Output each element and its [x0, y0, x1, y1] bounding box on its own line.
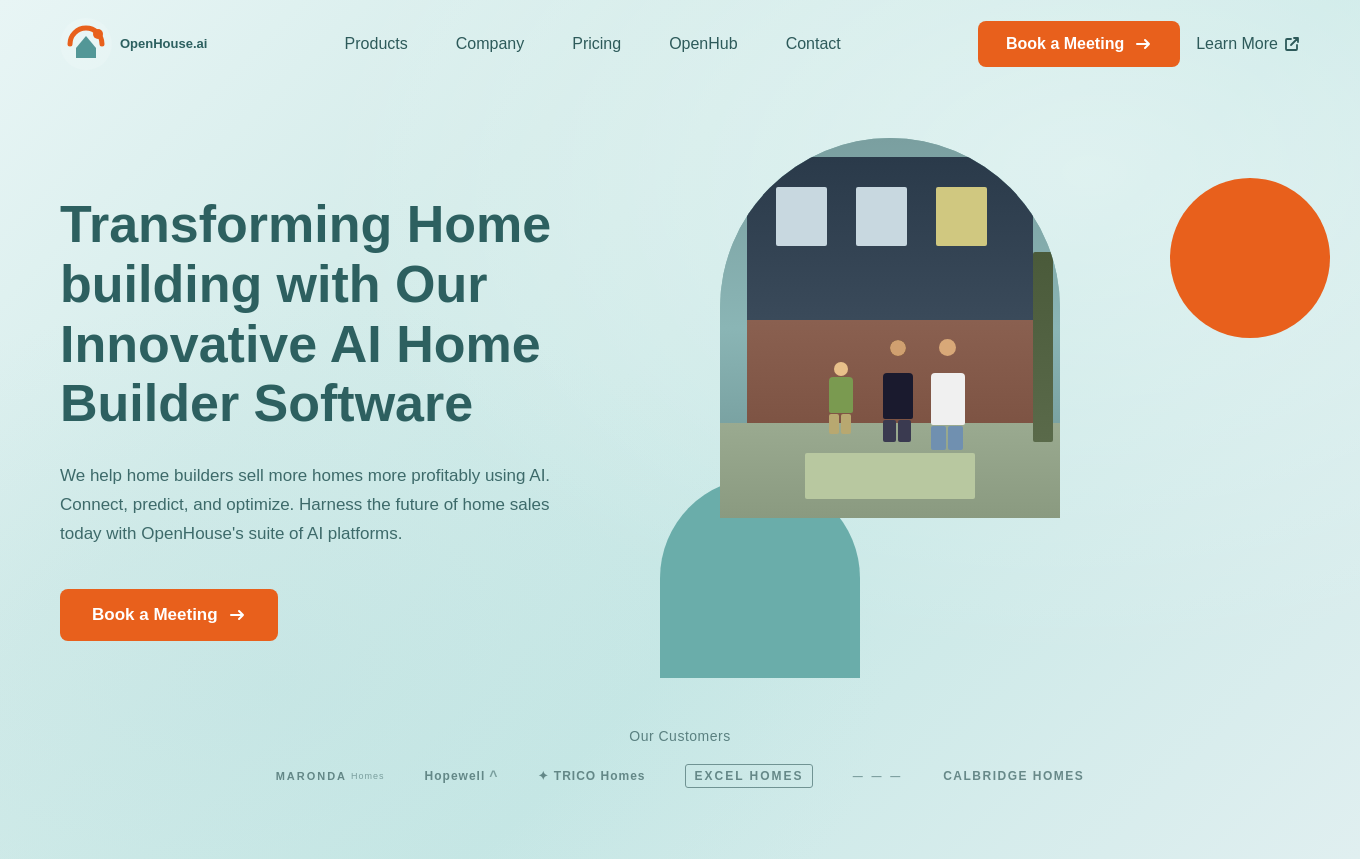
- nav-link-company[interactable]: Company: [456, 35, 524, 52]
- customer-logo-excel: EXCEL HOMES: [685, 764, 812, 788]
- hero-section: Transforming Home building with Our Inno…: [0, 88, 1360, 708]
- hero-cta-label: Book a Meeting: [92, 605, 218, 625]
- customers-logos: MARONDA Homes Hopewell ^ ✦ TRICO Homes E…: [60, 764, 1300, 788]
- nav-item-openhub[interactable]: OpenHub: [669, 35, 738, 53]
- hero-content: Transforming Home building with Our Inno…: [60, 195, 660, 641]
- navbar: OpenHouse.ai Products Company Pricing Op…: [0, 0, 1360, 88]
- nav-actions: Book a Meeting Learn More: [978, 21, 1300, 67]
- hero-book-meeting-button[interactable]: Book a Meeting: [60, 589, 278, 641]
- arrow-right-icon: [1134, 35, 1152, 53]
- nav-link-openhub[interactable]: OpenHub: [669, 35, 738, 52]
- nav-item-pricing[interactable]: Pricing: [572, 35, 621, 53]
- hero-visual: [660, 138, 1300, 698]
- family-scene: [720, 138, 1060, 518]
- nav-learn-label: Learn More: [1196, 35, 1278, 53]
- nav-links: Products Company Pricing OpenHub Contact: [345, 35, 841, 53]
- nav-link-products[interactable]: Products: [345, 35, 408, 52]
- logo[interactable]: OpenHouse.ai: [60, 18, 207, 70]
- customer-logo-maronda: MARONDA Homes: [276, 770, 385, 782]
- nav-book-label: Book a Meeting: [1006, 35, 1124, 53]
- svg-point-1: [93, 29, 103, 39]
- customers-label: Our Customers: [60, 728, 1300, 744]
- external-link-icon: [1284, 36, 1300, 52]
- nav-item-products[interactable]: Products: [345, 35, 408, 53]
- customer-logo-calbridge: CALBRIDGE HOMES: [943, 769, 1084, 783]
- hero-title: Transforming Home building with Our Inno…: [60, 195, 660, 434]
- nav-link-contact[interactable]: Contact: [786, 35, 841, 52]
- customer-logo-hopewell: Hopewell ^: [425, 768, 499, 784]
- hero-description: We help home builders sell more homes mo…: [60, 462, 580, 549]
- nav-learn-more-button[interactable]: Learn More: [1196, 35, 1300, 53]
- hero-image: [720, 138, 1060, 518]
- orange-circle-decoration: [1170, 178, 1330, 338]
- nav-item-company[interactable]: Company: [456, 35, 524, 53]
- hero-arrow-icon: [228, 606, 246, 624]
- customer-logo-unknown: — — —: [853, 771, 904, 782]
- nav-book-meeting-button[interactable]: Book a Meeting: [978, 21, 1180, 67]
- customer-logo-trico: ✦ TRICO Homes: [538, 769, 645, 783]
- nav-link-pricing[interactable]: Pricing: [572, 35, 621, 52]
- customers-section: Our Customers MARONDA Homes Hopewell ^ ✦…: [0, 708, 1360, 818]
- nav-item-contact[interactable]: Contact: [786, 35, 841, 53]
- brand-name-top: OpenHouse.ai: [120, 37, 207, 51]
